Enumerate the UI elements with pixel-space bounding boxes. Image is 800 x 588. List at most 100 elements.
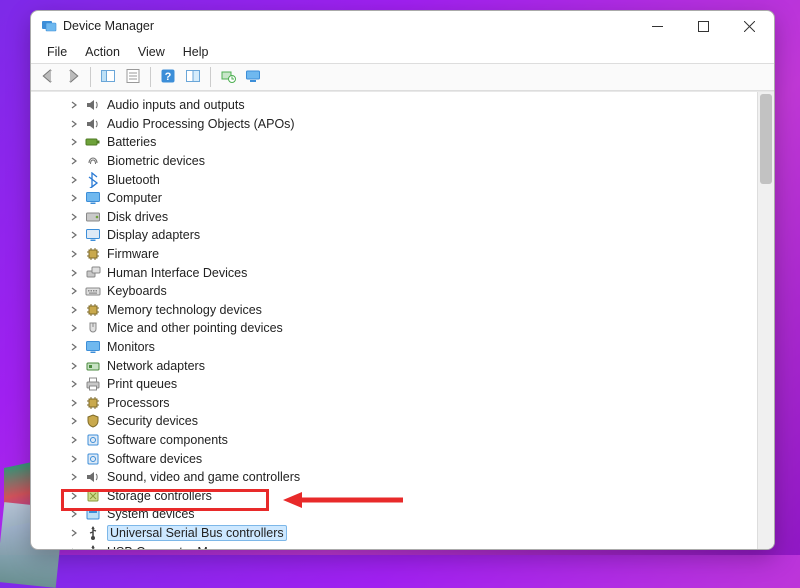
- show-hide-tree-icon: [100, 68, 116, 87]
- expand-chevron-icon[interactable]: [69, 379, 79, 389]
- usb-icon: [85, 544, 101, 549]
- expand-chevron-icon[interactable]: [69, 212, 79, 222]
- device-category-row[interactable]: Audio Processing Objects (APOs): [61, 115, 774, 134]
- expand-chevron-icon[interactable]: [69, 100, 79, 110]
- nav-back-button[interactable]: [37, 66, 59, 88]
- device-category-label: Print queues: [107, 377, 177, 391]
- device-category-label: Firmware: [107, 247, 159, 261]
- device-category-row[interactable]: Monitors: [61, 338, 774, 357]
- device-category-row[interactable]: Software devices: [61, 449, 774, 468]
- chip-icon: [85, 302, 101, 318]
- expand-chevron-icon[interactable]: [69, 528, 79, 538]
- menu-file[interactable]: File: [39, 43, 75, 61]
- show-hide-tree-button[interactable]: [97, 66, 119, 88]
- device-category-row[interactable]: Software components: [61, 431, 774, 450]
- expand-chevron-icon[interactable]: [69, 416, 79, 426]
- expand-chevron-icon[interactable]: [69, 509, 79, 519]
- mouse-icon: [85, 320, 101, 336]
- device-category-row[interactable]: Audio inputs and outputs: [61, 96, 774, 115]
- device-category-row[interactable]: Security devices: [61, 412, 774, 431]
- toolbar: ?: [31, 63, 774, 91]
- device-category-row[interactable]: Memory technology devices: [61, 301, 774, 320]
- menu-help[interactable]: Help: [175, 43, 217, 61]
- display-icon: [85, 227, 101, 243]
- device-category-row[interactable]: Processors: [61, 394, 774, 413]
- title-bar[interactable]: Device Manager: [31, 11, 774, 41]
- speaker-icon: [85, 116, 101, 132]
- monitor-icon: [85, 339, 101, 355]
- device-category-label: Network adapters: [107, 359, 205, 373]
- expand-chevron-icon[interactable]: [69, 305, 79, 315]
- device-category-row[interactable]: Human Interface Devices: [61, 263, 774, 282]
- minimize-button[interactable]: [634, 11, 680, 41]
- fingerprint-icon: [85, 153, 101, 169]
- expand-chevron-icon[interactable]: [69, 361, 79, 371]
- device-category-row[interactable]: Universal Serial Bus controllers: [61, 524, 774, 543]
- software-icon: [85, 451, 101, 467]
- expand-chevron-icon[interactable]: [69, 137, 79, 147]
- expand-chevron-icon[interactable]: [69, 435, 79, 445]
- nav-forward-button[interactable]: [62, 66, 84, 88]
- device-category-row[interactable]: Disk drives: [61, 208, 774, 227]
- properties-button[interactable]: [122, 66, 144, 88]
- menu-view[interactable]: View: [130, 43, 173, 61]
- device-category-label: Security devices: [107, 414, 198, 428]
- nav-forward-icon: [65, 68, 81, 87]
- scrollbar-thumb[interactable]: [760, 94, 772, 184]
- expand-chevron-icon[interactable]: [69, 323, 79, 333]
- system-icon: [85, 506, 101, 522]
- device-category-label: Memory technology devices: [107, 303, 262, 317]
- expand-chevron-icon[interactable]: [69, 286, 79, 296]
- device-category-row[interactable]: Keyboards: [61, 282, 774, 301]
- device-category-row[interactable]: Firmware: [61, 245, 774, 264]
- menu-action[interactable]: Action: [77, 43, 128, 61]
- device-category-row[interactable]: Network adapters: [61, 356, 774, 375]
- device-category-label: Disk drives: [107, 210, 168, 224]
- device-category-label: Computer: [107, 191, 162, 205]
- device-category-row[interactable]: Storage controllers: [61, 486, 774, 505]
- device-category-row[interactable]: Bluetooth: [61, 170, 774, 189]
- device-category-row[interactable]: Display adapters: [61, 226, 774, 245]
- device-category-row[interactable]: Biometric devices: [61, 152, 774, 171]
- device-category-label: Display adapters: [107, 228, 200, 242]
- toolbar-separator: [90, 67, 91, 87]
- expand-chevron-icon[interactable]: [69, 249, 79, 259]
- monitor-icon: [85, 190, 101, 206]
- security-icon: [85, 413, 101, 429]
- device-category-row[interactable]: Batteries: [61, 133, 774, 152]
- vertical-scrollbar[interactable]: [757, 92, 774, 549]
- maximize-button[interactable]: [680, 11, 726, 41]
- expand-chevron-icon[interactable]: [69, 175, 79, 185]
- expand-chevron-icon[interactable]: [69, 472, 79, 482]
- device-category-row[interactable]: USB Connector Managers: [61, 542, 774, 549]
- action-center-icon: [185, 68, 201, 87]
- action-center-button[interactable]: [182, 66, 204, 88]
- device-category-label: USB Connector Managers: [107, 545, 253, 549]
- device-category-label: System devices: [107, 507, 195, 521]
- device-category-row[interactable]: Computer: [61, 189, 774, 208]
- printer-icon: [85, 376, 101, 392]
- expand-chevron-icon[interactable]: [69, 398, 79, 408]
- monitor-devices-icon: [245, 68, 261, 87]
- expand-chevron-icon[interactable]: [69, 547, 79, 549]
- expand-chevron-icon[interactable]: [69, 193, 79, 203]
- expand-chevron-icon[interactable]: [69, 119, 79, 129]
- expand-chevron-icon[interactable]: [69, 230, 79, 240]
- expand-chevron-icon[interactable]: [69, 342, 79, 352]
- scan-hardware-button[interactable]: [217, 66, 239, 88]
- device-category-row[interactable]: Sound, video and game controllers: [61, 468, 774, 487]
- device-category-label: Batteries: [107, 135, 156, 149]
- device-tree[interactable]: Audio inputs and outputsAudio Processing…: [31, 92, 774, 549]
- device-category-row[interactable]: Print queues: [61, 375, 774, 394]
- device-category-row[interactable]: System devices: [61, 505, 774, 524]
- expand-chevron-icon[interactable]: [69, 454, 79, 464]
- software-icon: [85, 432, 101, 448]
- expand-chevron-icon[interactable]: [69, 491, 79, 501]
- close-button[interactable]: [726, 11, 772, 41]
- expand-chevron-icon[interactable]: [69, 156, 79, 166]
- device-category-row[interactable]: Mice and other pointing devices: [61, 319, 774, 338]
- disk-icon: [85, 209, 101, 225]
- expand-chevron-icon[interactable]: [69, 268, 79, 278]
- help-button[interactable]: ?: [157, 66, 179, 88]
- monitor-devices-button[interactable]: [242, 66, 264, 88]
